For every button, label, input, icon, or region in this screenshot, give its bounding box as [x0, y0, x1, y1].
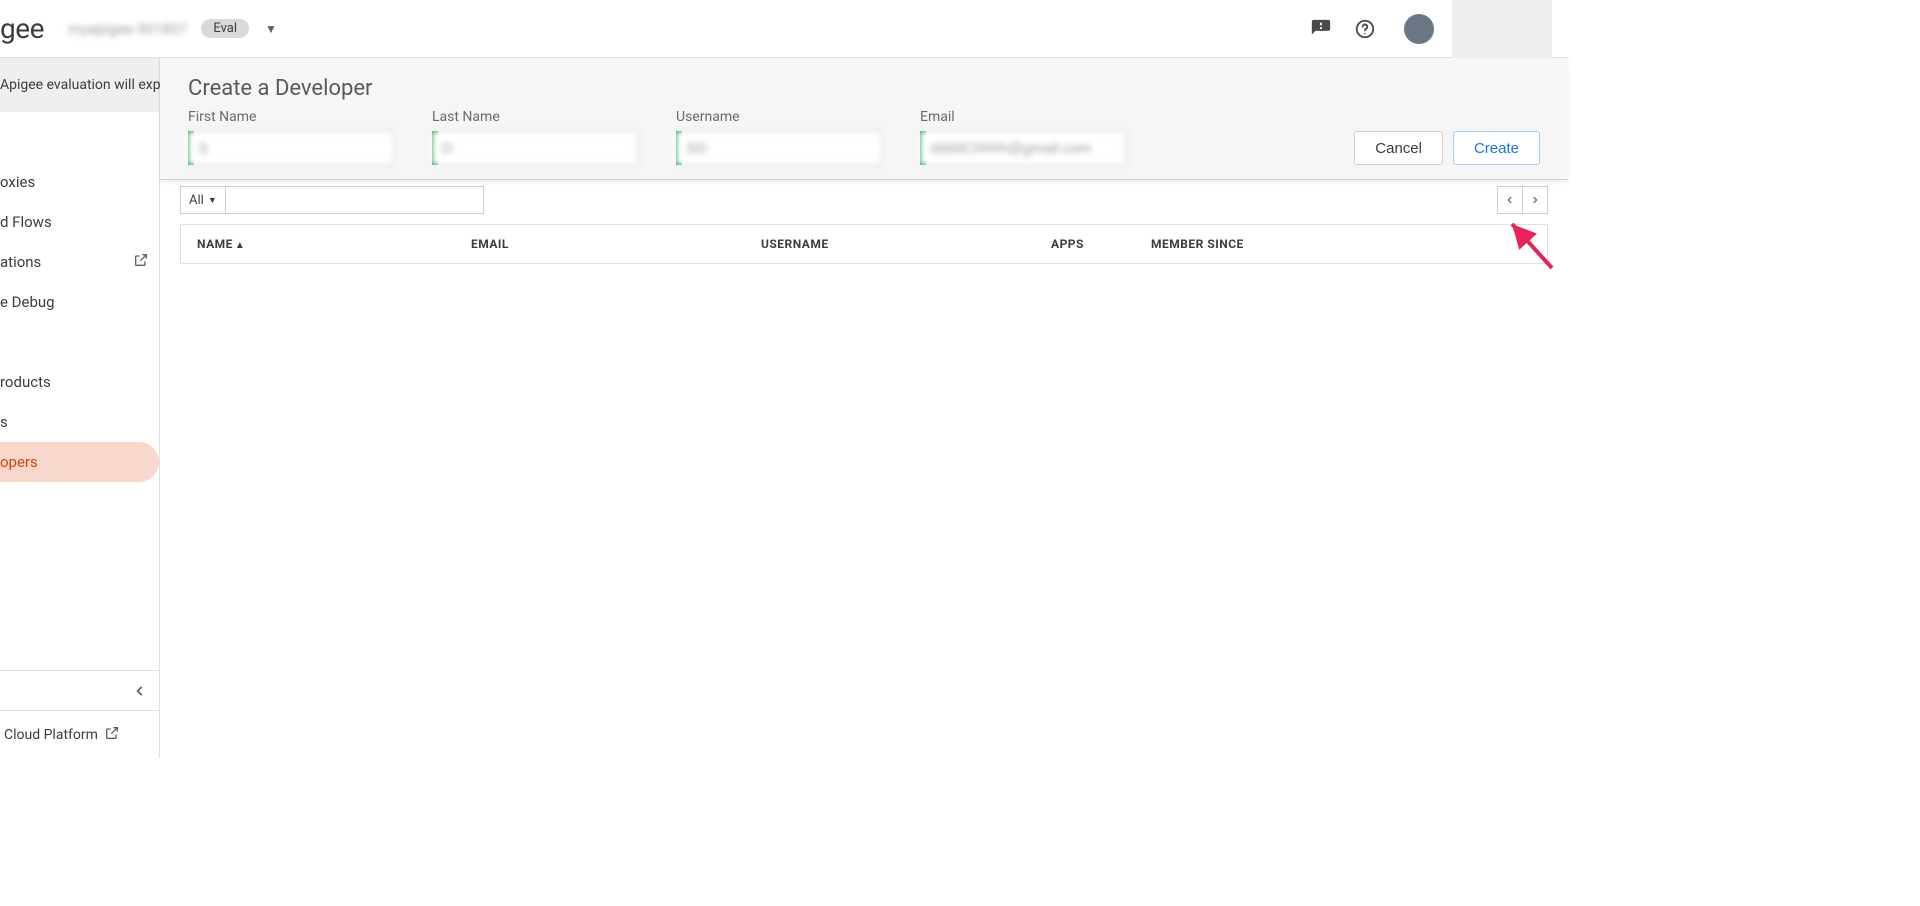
collapse-sidebar[interactable] — [0, 670, 159, 710]
nav-item-label: ations — [0, 253, 41, 271]
email-label: Email — [920, 109, 1126, 125]
main-content: Create a Developer First Name Last Name … — [160, 58, 1568, 758]
sort-asc-icon: ▲ — [235, 240, 245, 251]
filter-input[interactable] — [226, 186, 484, 214]
external-link-icon — [104, 725, 120, 745]
top-bar: gee myapigee-301807 Eval ▼ — [0, 0, 1568, 58]
nav-shared-flows[interactable]: d Flows — [0, 202, 159, 242]
col-apps[interactable]: APPS — [1051, 237, 1151, 251]
chevron-down-icon[interactable]: ▼ — [265, 22, 277, 36]
col-name[interactable]: NAME▲ — [181, 237, 471, 251]
nav-offline-debug[interactable]: e Debug — [0, 282, 159, 322]
first-name-input[interactable] — [188, 131, 394, 165]
col-username[interactable]: USERNAME — [761, 237, 1051, 251]
pager-next[interactable] — [1522, 186, 1548, 214]
chevron-down-icon: ▼ — [208, 195, 217, 206]
cancel-button[interactable]: Cancel — [1354, 131, 1443, 165]
sidebar: Apigee evaluation will exp oxies d Flows… — [0, 58, 160, 758]
nav-apps[interactable]: s — [0, 402, 159, 442]
create-developer-panel: Create a Developer First Name Last Name … — [160, 58, 1568, 180]
panel-title: Create a Developer — [188, 76, 1540, 101]
col-email[interactable]: EMAIL — [471, 237, 761, 251]
gcp-link[interactable]: Cloud Platform — [0, 710, 159, 758]
eval-badge: Eval — [201, 19, 249, 38]
username-input[interactable] — [676, 131, 882, 165]
pager — [1497, 186, 1548, 214]
right-gutter-header — [1452, 0, 1552, 58]
nav-api-proxies[interactable]: oxies — [0, 162, 159, 202]
email-input[interactable] — [920, 131, 1126, 165]
nav: oxies d Flows ations e Debug roducts s o… — [0, 112, 159, 670]
eval-expiry-notice: Apigee evaluation will exp — [0, 58, 159, 112]
pager-prev[interactable] — [1497, 186, 1523, 214]
feedback-icon[interactable] — [1310, 18, 1332, 40]
create-button[interactable]: Create — [1453, 131, 1540, 165]
developers-table: NAME▲ EMAIL USERNAME APPS MEMBER SINCE — [180, 224, 1548, 264]
col-name-label: NAME — [197, 237, 233, 251]
first-name-label: First Name — [188, 109, 394, 125]
table-header: NAME▲ EMAIL USERNAME APPS MEMBER SINCE — [181, 225, 1547, 263]
filter-value: All — [189, 193, 204, 208]
last-name-label: Last Name — [432, 109, 638, 125]
nav-integrations[interactable]: ations — [0, 242, 159, 282]
avatar[interactable] — [1404, 14, 1434, 44]
gcp-link-label: Cloud Platform — [4, 727, 98, 743]
list-toolbar: All ▼ — [160, 180, 1568, 220]
external-link-icon — [133, 252, 149, 272]
nav-api-products[interactable]: roducts — [0, 362, 159, 402]
col-member-since[interactable]: MEMBER SINCE — [1151, 237, 1547, 251]
last-name-input[interactable] — [432, 131, 638, 165]
product-logo: gee — [0, 12, 44, 45]
org-name[interactable]: myapigee-301807 — [68, 20, 187, 38]
filter-dropdown[interactable]: All ▼ — [180, 186, 226, 214]
help-icon[interactable] — [1354, 18, 1376, 40]
nav-developers[interactable]: opers — [0, 442, 159, 482]
username-label: Username — [676, 109, 882, 125]
